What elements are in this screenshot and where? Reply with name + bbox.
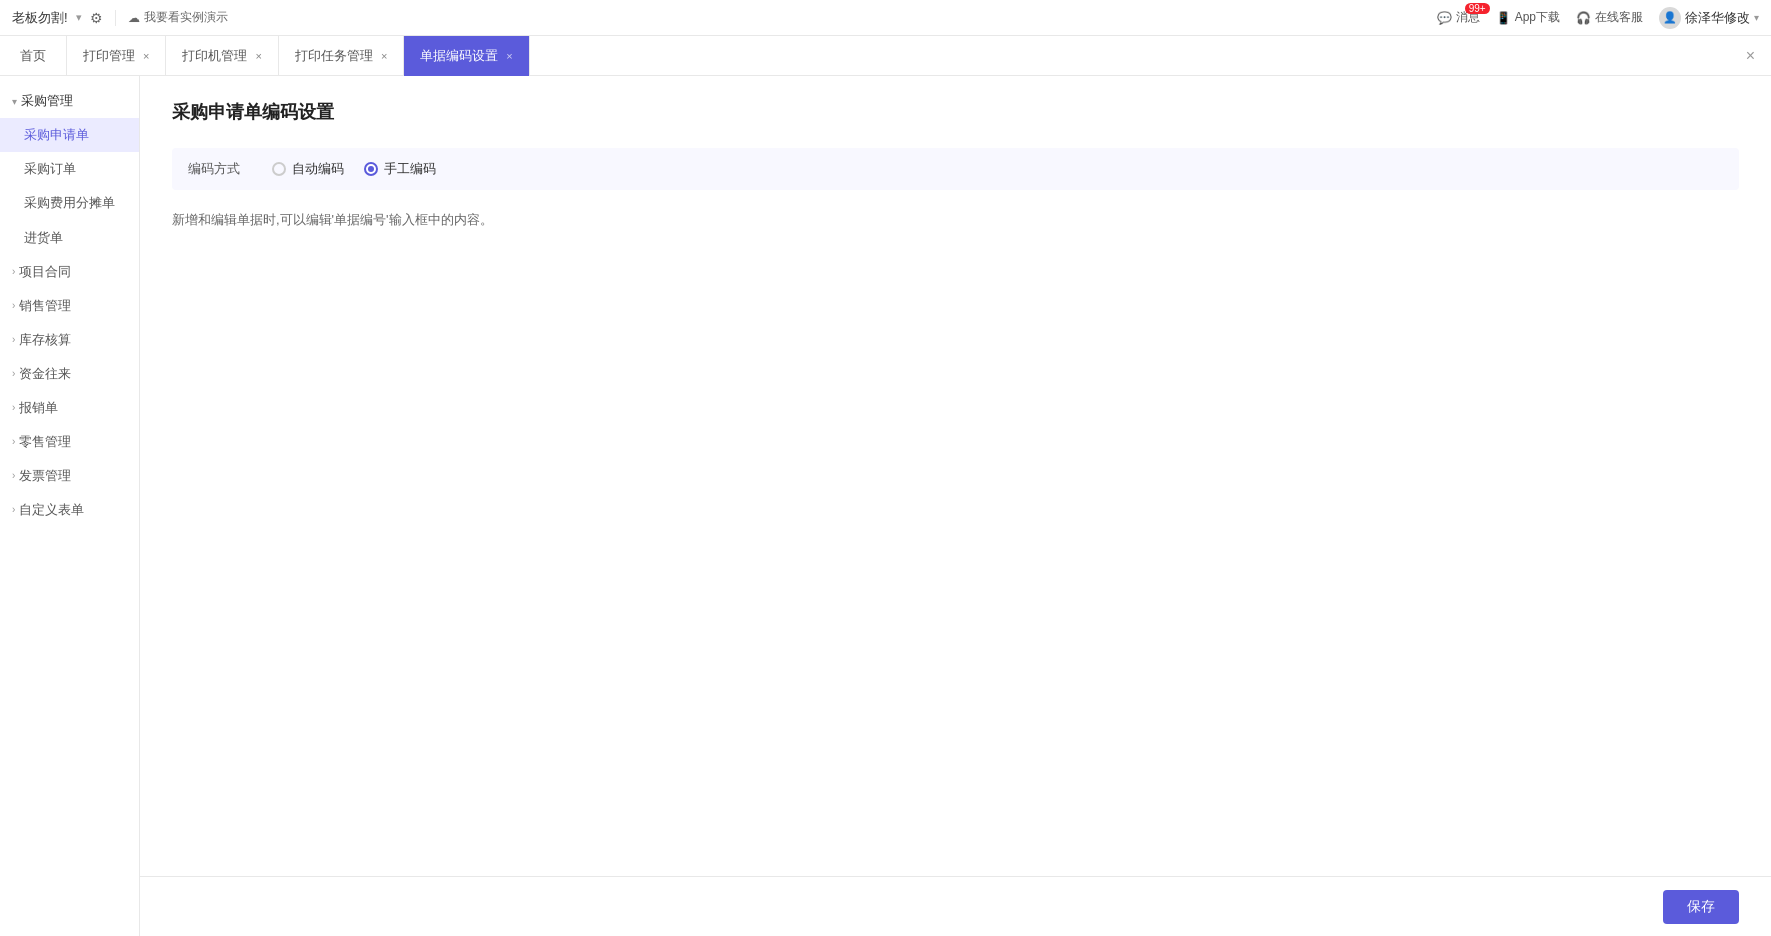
inventory-arrow-icon: ›: [12, 334, 15, 345]
demo-text: 我要看实例演示: [144, 9, 228, 26]
online-service-icon: 🎧: [1576, 11, 1591, 25]
settings-icon[interactable]: ⚙: [90, 10, 103, 26]
auto-encoding-label: 自动编码: [292, 160, 344, 178]
page-title: 采购申请单编码设置: [172, 100, 1739, 124]
sidebar-item-purchase-expense[interactable]: 采购费用分摊单: [0, 186, 139, 220]
tab-print-management-close[interactable]: ×: [143, 50, 149, 62]
online-service-label: 在线客服: [1595, 9, 1643, 26]
invoice-arrow-icon: ›: [12, 470, 15, 481]
tab-bar: 首页 打印管理 × 打印机管理 × 打印任务管理 × 单据编码设置 × ×: [0, 36, 1771, 76]
hint-text: 新增和编辑单据时,可以编辑'单据编号'输入框中的内容。: [172, 210, 1739, 231]
tab-barcode-settings-label: 单据编码设置: [420, 47, 498, 65]
tab-print-task-label: 打印任务管理: [295, 47, 373, 65]
sidebar-group-purchase-label: 采购管理: [21, 92, 73, 110]
content-body: 采购申请单编码设置 编码方式 自动编码 手工编码 新增和编辑单据时,可以编辑'单…: [140, 76, 1771, 876]
divider: [115, 10, 116, 26]
tab-barcode-settings[interactable]: 单据编码设置 ×: [404, 36, 529, 76]
auto-encoding-option[interactable]: 自动编码: [272, 160, 344, 178]
app-download-label: App下载: [1515, 9, 1560, 26]
tab-home[interactable]: 首页: [0, 36, 67, 76]
tab-printer-management-label: 打印机管理: [182, 47, 247, 65]
message-icon: 💬: [1437, 11, 1452, 25]
sidebar: ▾ 采购管理 采购申请单 采购订单 采购费用分摊单 进货单 › 项目合同 › 销…: [0, 76, 140, 936]
top-bar: 老板勿割! ▾ ⚙ ☁ 我要看实例演示 💬 消息 99+ 📱 App下载 🎧 在…: [0, 0, 1771, 36]
retail-arrow-icon: ›: [12, 436, 15, 447]
custom-form-arrow-icon: ›: [12, 504, 15, 515]
tab-print-task[interactable]: 打印任务管理 ×: [279, 36, 404, 76]
tab-bar-close-all[interactable]: ×: [1730, 47, 1771, 65]
expense-claim-arrow-icon: ›: [12, 402, 15, 413]
content-area: 采购申请单编码设置 编码方式 自动编码 手工编码 新增和编辑单据时,可以编辑'单…: [140, 76, 1771, 936]
sidebar-group-sales[interactable]: › 销售管理: [0, 289, 139, 323]
username: 徐泽华修改: [1685, 9, 1750, 27]
purchase-arrow-icon: ▾: [12, 96, 17, 107]
logo-chevron-icon[interactable]: ▾: [76, 11, 82, 24]
message-action[interactable]: 💬 消息 99+: [1437, 9, 1480, 26]
encoding-label: 编码方式: [188, 160, 248, 178]
tab-print-management[interactable]: 打印管理 ×: [67, 36, 166, 76]
sidebar-group-finance[interactable]: › 资金往来: [0, 357, 139, 391]
user-info[interactable]: 👤 徐泽华修改 ▾: [1659, 7, 1759, 29]
tab-print-task-close[interactable]: ×: [381, 50, 387, 62]
sales-arrow-icon: ›: [12, 300, 15, 311]
auto-encoding-radio[interactable]: [272, 162, 286, 176]
tab-printer-management-close[interactable]: ×: [255, 50, 261, 62]
project-contract-arrow-icon: ›: [12, 266, 15, 277]
sidebar-item-purchase-requisition[interactable]: 采购申请单: [0, 118, 139, 152]
avatar: 👤: [1659, 7, 1681, 29]
tab-barcode-settings-close[interactable]: ×: [506, 50, 512, 62]
message-badge: 99+: [1465, 3, 1490, 14]
content-footer: 保存: [140, 876, 1771, 936]
app-download-action[interactable]: 📱 App下载: [1496, 9, 1560, 26]
tab-home-label: 首页: [20, 47, 46, 65]
top-bar-left: 老板勿割! ▾ ⚙ ☁ 我要看实例演示: [12, 9, 228, 27]
encoding-radio-group: 自动编码 手工编码: [272, 160, 436, 178]
sidebar-group-inventory[interactable]: › 库存核算: [0, 323, 139, 357]
encoding-row: 编码方式 自动编码 手工编码: [172, 148, 1739, 190]
online-service-action[interactable]: 🎧 在线客服: [1576, 9, 1643, 26]
sidebar-group-project-contract[interactable]: › 项目合同: [0, 255, 139, 289]
save-button[interactable]: 保存: [1663, 890, 1739, 924]
user-chevron-icon: ▾: [1754, 12, 1759, 23]
sidebar-group-expense-claim[interactable]: › 报销单: [0, 391, 139, 425]
app-download-icon: 📱: [1496, 11, 1511, 25]
main-layout: ▾ 采购管理 采购申请单 采购订单 采购费用分摊单 进货单 › 项目合同 › 销…: [0, 76, 1771, 936]
sidebar-group-retail[interactable]: › 零售管理: [0, 425, 139, 459]
sidebar-item-stock-in[interactable]: 进货单: [0, 221, 139, 255]
sidebar-group-purchase[interactable]: ▾ 采购管理: [0, 84, 139, 118]
sidebar-group-invoice[interactable]: › 发票管理: [0, 459, 139, 493]
finance-arrow-icon: ›: [12, 368, 15, 379]
app-logo: 老板勿割!: [12, 9, 68, 27]
demo-link[interactable]: ☁ 我要看实例演示: [128, 9, 228, 26]
demo-icon: ☁: [128, 11, 140, 25]
sidebar-group-custom-form[interactable]: › 自定义表单: [0, 493, 139, 527]
manual-encoding-radio[interactable]: [364, 162, 378, 176]
top-bar-right: 💬 消息 99+ 📱 App下载 🎧 在线客服 👤 徐泽华修改 ▾: [1437, 7, 1759, 29]
tab-printer-management[interactable]: 打印机管理 ×: [166, 36, 278, 76]
manual-encoding-option[interactable]: 手工编码: [364, 160, 436, 178]
tab-print-management-label: 打印管理: [83, 47, 135, 65]
sidebar-item-purchase-order[interactable]: 采购订单: [0, 152, 139, 186]
manual-encoding-label: 手工编码: [384, 160, 436, 178]
